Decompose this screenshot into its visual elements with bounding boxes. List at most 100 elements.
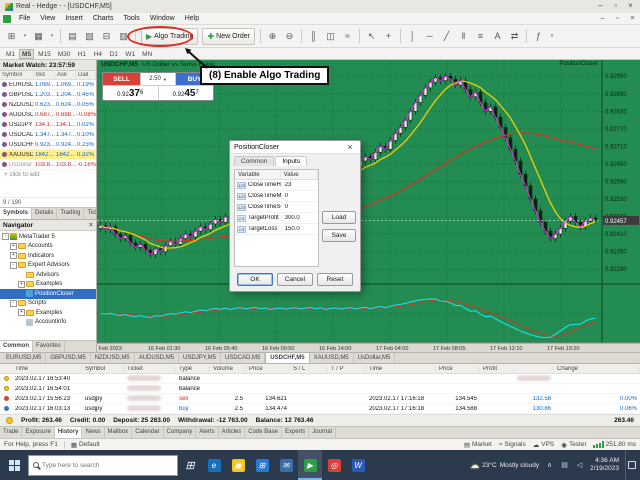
navigator-icon[interactable]: ⊟	[99, 29, 114, 44]
close-button[interactable]: ×	[623, 1, 638, 12]
expand-icon[interactable]: +	[18, 309, 25, 317]
market-watch-tab-trading[interactable]: Trading	[57, 208, 85, 219]
new-chart-dropdown-icon[interactable]: ▾	[21, 29, 29, 44]
market-watch-add-row[interactable]: + click to add	[0, 170, 96, 180]
profiles-dropdown-icon[interactable]: ▾	[48, 29, 56, 44]
status-link-tester[interactable]: ◉ Tester	[561, 441, 586, 449]
dialog-close-icon[interactable]: ×	[344, 142, 356, 152]
title-bar[interactable]: Real - Hedge - - [USDCHF,M5] – ▫ ×	[0, 0, 640, 13]
sell-price[interactable]: 0.92 37 6	[103, 86, 158, 100]
value-cell[interactable]: 150.0	[280, 226, 318, 232]
save-button[interactable]: Save	[322, 229, 356, 242]
child-close-button[interactable]: ×	[625, 14, 640, 24]
value-cell[interactable]: 300.0	[280, 215, 318, 221]
fibonacci-icon[interactable]: ≡	[473, 29, 488, 44]
toolbox-tab-history[interactable]: History	[54, 427, 83, 438]
minimize-button[interactable]: –	[593, 1, 608, 12]
volume-icon[interactable]: ◁	[575, 461, 584, 469]
indicators-icon[interactable]: ƒ	[531, 29, 546, 44]
cancel-button[interactable]: Cancel	[277, 273, 313, 286]
navigator-tab-common[interactable]: Common	[0, 341, 33, 352]
market-watch-column-dail[interactable]: Dail	[76, 72, 96, 78]
navigator-item-advisors[interactable]: Advisors	[0, 270, 96, 280]
history-column-symbol[interactable]: Symbol	[82, 365, 124, 372]
toolbox-tab-company[interactable]: Company	[164, 427, 197, 438]
value-cell[interactable]: 23	[280, 182, 318, 188]
history-column-s-l[interactable]: S / L	[290, 365, 328, 372]
candlestick-chart-icon[interactable]: ◫	[323, 29, 338, 44]
navigator-item-accountinfo[interactable]: Accountinfo	[0, 318, 96, 328]
chart-tab-gbpusd-m5[interactable]: GBPUSD,M5	[46, 353, 91, 363]
navigator-header[interactable]: Navigator ×	[0, 220, 96, 231]
market-watch-row[interactable]: XAUUSD 1842... 1842... 0.32%	[0, 150, 96, 160]
mail-icon[interactable]: ✉	[274, 450, 298, 480]
timeframe-m15[interactable]: M15	[35, 49, 54, 59]
maximize-button[interactable]: ▫	[608, 1, 623, 12]
toolbox-tab-exposure[interactable]: Exposure	[22, 427, 55, 438]
dialog-title-bar[interactable]: PositionCloser ×	[230, 141, 360, 154]
menu-view[interactable]: View	[35, 15, 60, 22]
history-row[interactable]: 2023.02.17 15:56:23 usdjpy sell 2.5 134.621 2…	[0, 394, 640, 404]
history-row[interactable]: 2023.02.17 16:53:40 balance	[0, 374, 640, 384]
navigator-item-examples[interactable]: + Examples	[0, 308, 96, 318]
market-watch-tab-tick[interactable]: Tick	[84, 208, 96, 219]
value-cell[interactable]: 0	[280, 204, 318, 210]
indicators-dropdown-icon[interactable]: ▾	[548, 29, 556, 44]
menu-file[interactable]: File	[14, 15, 35, 22]
search-input[interactable]	[42, 461, 173, 469]
history-column-volume[interactable]: Volume	[210, 365, 246, 372]
toolbox-tab-trade[interactable]: Trade	[0, 427, 23, 438]
chart-tab-audusd-m5[interactable]: AUDUSD,M5	[135, 353, 180, 363]
sell-button[interactable]: SELL	[103, 73, 140, 85]
navigator-tab-favorites[interactable]: Favorites	[33, 341, 65, 352]
navigator-close-icon[interactable]: ×	[89, 222, 93, 229]
navigator-item-indicators[interactable]: + Indicators	[0, 251, 96, 261]
taskbar-search[interactable]	[28, 454, 178, 476]
collapse-icon[interactable]: -	[10, 299, 17, 307]
horizontal-line-icon[interactable]: ─	[422, 29, 437, 44]
market-watch-column-bid[interactable]: Bid	[34, 72, 55, 78]
navigator-item-accounts[interactable]: + Accounts	[0, 242, 96, 252]
algo-trading-button[interactable]: ▶ Algo Trading	[141, 27, 199, 45]
history-column-ticket[interactable]: Ticket	[124, 365, 176, 372]
history-row[interactable]: 2023.02.17 16:03:13 usdjpy buy 2.5 134.474 20…	[0, 404, 640, 414]
navigator-item-examples[interactable]: + Examples	[0, 280, 96, 290]
market-watch-column-ask[interactable]: Ask	[55, 72, 76, 78]
market-watch-row[interactable]: USDCAD 1.347... 1.347... 0.10%	[0, 130, 96, 140]
start-button[interactable]	[0, 450, 28, 480]
market-watch-row[interactable]: EURUSD 1.069... 1.069... 0.19%	[0, 80, 96, 90]
equidistant-channel-icon[interactable]: ‖	[456, 29, 471, 44]
crosshair-icon[interactable]: +	[381, 29, 396, 44]
history-column-price[interactable]: Price	[246, 365, 290, 372]
load-button[interactable]: Load	[322, 211, 356, 224]
market-watch-row[interactable]: GBPUSD 1.203... 1.204... 0.45%	[0, 90, 96, 100]
timeframe-h4[interactable]: H4	[90, 49, 105, 59]
toolbox-tab-code-base[interactable]: Code Base	[245, 427, 282, 438]
timeframe-w1[interactable]: W1	[122, 49, 138, 59]
tray-chevron-icon[interactable]: ∧	[545, 461, 554, 469]
connection-status[interactable]: 251.80 ms	[592, 441, 636, 448]
chart-tab-xauusd-m5[interactable]: XAUUSD,M5	[310, 353, 354, 363]
new-order-button[interactable]: ✚ New Order	[202, 27, 256, 45]
menu-help[interactable]: Help	[180, 15, 204, 22]
history-column-price[interactable]: Price	[436, 365, 480, 372]
arrows-icon[interactable]: ⇄	[507, 29, 522, 44]
timeframe-m5[interactable]: M5	[19, 48, 35, 59]
market-watch-row[interactable]: USDJPY 134.1... 134.1... 0.02%	[0, 120, 96, 130]
menu-charts[interactable]: Charts	[88, 15, 119, 22]
navigator-item-expert-advisors[interactable]: - Expert Advisors	[0, 261, 96, 271]
taskbar-clock[interactable]: 4:36 AM 2/19/2023	[590, 457, 619, 473]
chart-tab-usdjpy-m5[interactable]: USDJPY,M5	[179, 353, 221, 363]
menu-tools[interactable]: Tools	[118, 15, 144, 22]
text-label-icon[interactable]: A	[490, 29, 505, 44]
volume-spread-selector[interactable]: 2.50 ▼	[140, 73, 176, 85]
timeframe-m1[interactable]: M1	[3, 49, 18, 59]
toolbox-tab-alerts[interactable]: Alerts	[196, 427, 219, 438]
file-explorer-icon[interactable]: ▣	[226, 450, 250, 480]
history-column-type[interactable]: Type	[176, 365, 210, 372]
notification-center-button[interactable]	[625, 450, 638, 480]
timeframe-h1[interactable]: H1	[74, 49, 89, 59]
toolbox-icon[interactable]: ▥	[116, 29, 131, 44]
collapse-icon[interactable]: -	[10, 261, 17, 269]
dialog-tab-inputs[interactable]: Inputs	[275, 156, 308, 166]
